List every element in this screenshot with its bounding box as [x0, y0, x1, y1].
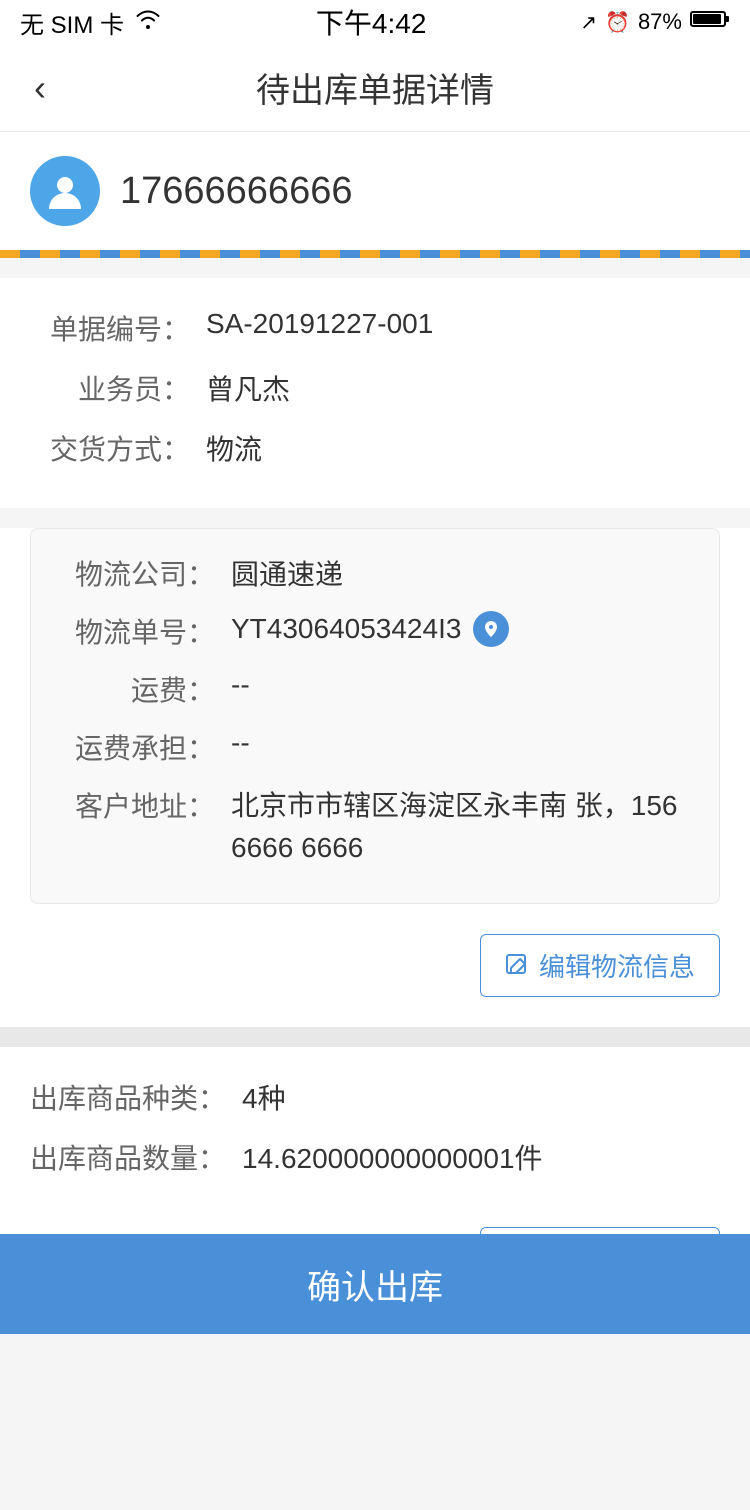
goods-types-value: 4种 — [242, 1077, 720, 1117]
user-avatar — [30, 156, 100, 226]
edit-btn-row: 编辑物流信息 — [0, 924, 750, 1017]
wifi-icon — [134, 8, 162, 36]
status-left: 无 SIM 卡 — [20, 5, 162, 40]
logistics-tracking-value: YT43064053424I3 — [231, 611, 695, 647]
goods-quantity-row: 出库商品数量： 14.620000000000001件 — [30, 1137, 720, 1177]
freight-bearer-label: 运费承担： — [55, 727, 215, 767]
edit-logistics-button[interactable]: 编辑物流信息 — [480, 934, 720, 997]
back-button[interactable]: ‹ — [24, 57, 56, 119]
goods-types-label: 出库商品种类： — [30, 1077, 226, 1117]
alarm-icon: ⏰ — [605, 10, 630, 35]
user-header: 17666666666 — [0, 132, 750, 250]
battery-text: 87% — [638, 9, 682, 35]
carrier-text: 无 SIM 卡 — [20, 5, 124, 40]
salesman-value: 曾凡杰 — [206, 368, 720, 408]
logistics-card: 物流公司： 圆通速递 物流单号： YT43064053424I3 运费： -- … — [30, 528, 720, 904]
bottom-spacer — [0, 1310, 750, 1510]
freight-row: 运费： -- — [55, 669, 695, 709]
address-value: 北京市市辖区海淀区永丰南 张，156 6666 6666 — [231, 785, 695, 869]
order-no-value: SA-20191227-001 — [206, 308, 720, 340]
logistics-company-value: 圆通速递 — [231, 553, 695, 593]
freight-bearer-value: -- — [231, 727, 695, 759]
address-label: 客户地址： — [55, 785, 215, 825]
address-row: 客户地址： 北京市市辖区海淀区永丰南 张，156 6666 6666 — [55, 785, 695, 869]
status-time: 下午4:42 — [316, 2, 427, 42]
salesman-row: 业务员： 曾凡杰 — [30, 368, 720, 408]
delivery-row: 交货方式： 物流 — [30, 428, 720, 468]
goods-section: 出库商品种类： 4种 出库商品数量： 14.620000000000001件 — [0, 1047, 750, 1217]
confirm-btn-text: 确认出库 — [307, 1260, 443, 1309]
logistics-tracking-row: 物流单号： YT43064053424I3 — [55, 611, 695, 651]
location-indicator: ↗ — [580, 10, 597, 35]
section-separator — [0, 1027, 750, 1047]
freight-label: 运费： — [55, 669, 215, 709]
delivery-value: 物流 — [206, 428, 720, 468]
status-bar: 无 SIM 卡 下午4:42 ↗ ⏰ 87% — [0, 0, 750, 44]
tracking-location-icon[interactable] — [473, 611, 509, 647]
nav-bar: ‹ 待出库单据详情 — [0, 44, 750, 132]
order-no-row: 单据编号： SA-20191227-001 — [30, 308, 720, 348]
edit-icon — [505, 953, 531, 979]
logistics-tracking-label: 物流单号： — [55, 611, 215, 651]
logistics-company-row: 物流公司： 圆通速递 — [55, 553, 695, 593]
edit-logistics-label: 编辑物流信息 — [539, 947, 695, 984]
goods-quantity-label: 出库商品数量： — [30, 1137, 226, 1177]
salesman-label: 业务员： — [30, 368, 190, 408]
avatar-icon — [43, 169, 87, 213]
goods-types-row: 出库商品种类： 4种 — [30, 1077, 720, 1117]
freight-value: -- — [231, 669, 695, 701]
tracking-number: YT43064053424I3 — [231, 613, 461, 645]
status-right: ↗ ⏰ 87% — [580, 8, 730, 36]
dashed-divider — [0, 250, 750, 258]
page-title: 待出库单据详情 — [256, 63, 494, 112]
order-no-label: 单据编号： — [30, 308, 190, 348]
order-info-section: 单据编号： SA-20191227-001 业务员： 曾凡杰 交货方式： 物流 — [0, 278, 750, 508]
battery-icon — [690, 8, 730, 36]
confirm-btn-bar[interactable]: 确认出库 — [0, 1234, 750, 1334]
goods-quantity-value: 14.620000000000001件 — [242, 1137, 720, 1177]
delivery-label: 交货方式： — [30, 428, 190, 468]
user-phone: 17666666666 — [120, 170, 352, 213]
freight-bearer-row: 运费承担： -- — [55, 727, 695, 767]
logistics-company-label: 物流公司： — [55, 553, 215, 593]
